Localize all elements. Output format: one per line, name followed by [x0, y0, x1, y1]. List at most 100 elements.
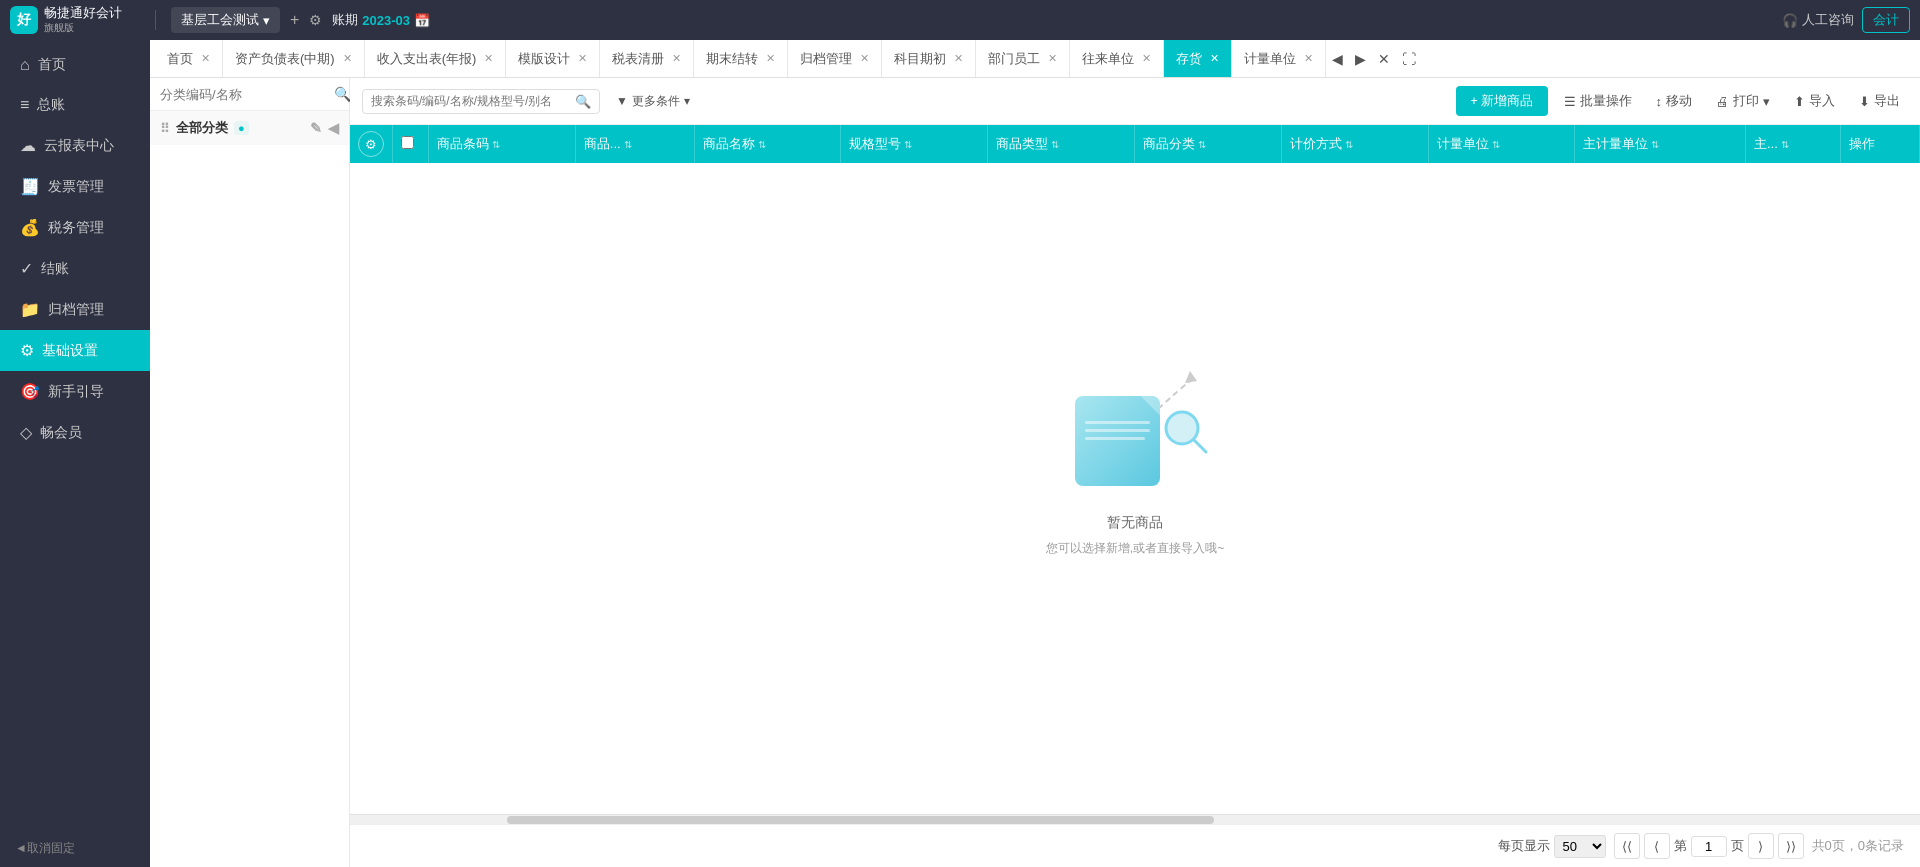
app-name: 畅捷通好会计 [44, 5, 122, 21]
sort-unit-icon[interactable]: ⇅ [1492, 139, 1500, 150]
batch-btn[interactable]: ☰ 批量操作 [1556, 88, 1640, 114]
sort-type-icon[interactable]: ⇅ [1051, 139, 1059, 150]
tab-dept[interactable]: 部门员工 ✕ [976, 40, 1070, 78]
tab-close-balance[interactable]: ✕ [343, 52, 352, 65]
category-search-input[interactable] [160, 87, 328, 102]
sidebar-label-settings: 基础设置 [42, 342, 98, 360]
account-btn[interactable]: 会计 [1862, 7, 1910, 33]
top-bar: 好 畅捷通好会计 旗舰版 基层工会测试 ▾ + ⚙ 账期 2023-03 📅 🎧… [0, 0, 1920, 40]
tab-close-unit[interactable]: ✕ [1304, 52, 1313, 65]
sidebar-item-invoice[interactable]: 🧾 发票管理 [0, 166, 150, 207]
sort-main-unit-icon[interactable]: ⇅ [1651, 139, 1659, 150]
collapse-panel-icon[interactable]: ◀ [328, 120, 339, 136]
page-input[interactable] [1691, 836, 1727, 857]
edit-category-icon[interactable]: ✎ [310, 120, 322, 136]
main-search-input[interactable] [371, 94, 571, 108]
sort-barcode-icon[interactable]: ⇅ [492, 139, 500, 150]
add-tab-btn[interactable]: + [290, 11, 299, 29]
category-search-icon[interactable]: 🔍 [334, 86, 351, 102]
select-all-checkbox[interactable] [401, 136, 414, 149]
first-page-btn[interactable]: ⟨⟨ [1614, 833, 1640, 859]
th-spec[interactable]: 规格型号 ⇅ [841, 125, 988, 163]
sort-more-icon[interactable]: ⇅ [1781, 139, 1789, 150]
sidebar-item-checkout[interactable]: ✓ 结账 [0, 248, 150, 289]
svg-marker-0 [1185, 371, 1197, 383]
last-page-btn[interactable]: ⟩⟩ [1778, 833, 1804, 859]
tab-close-subject[interactable]: ✕ [954, 52, 963, 65]
tab-nav-left[interactable]: ◀ [1326, 40, 1349, 78]
sidebar-item-archive[interactable]: 📁 归档管理 [0, 289, 150, 330]
calendar-icon[interactable]: 📅 [414, 13, 430, 28]
export-btn[interactable]: ⬇ 导出 [1851, 88, 1908, 114]
main-search-icon[interactable]: 🔍 [575, 94, 591, 109]
drag-icon: ⠿ [160, 121, 170, 136]
sidebar-item-settings[interactable]: ⚙ 基础设置 [0, 330, 150, 371]
tab-close-archive[interactable]: ✕ [860, 52, 869, 65]
th-barcode[interactable]: 商品条码 ⇅ [429, 125, 576, 163]
tab-close-counterpart[interactable]: ✕ [1142, 52, 1151, 65]
tab-period-end[interactable]: 期末结转 ✕ [694, 40, 788, 78]
sort-name-icon[interactable]: ⇅ [758, 139, 766, 150]
sort-spec-icon[interactable]: ⇅ [904, 139, 912, 150]
th-name[interactable]: 商品名称 ⇅ [694, 125, 841, 163]
tab-close-all-btn[interactable]: ✕ [1372, 40, 1396, 78]
tab-close-home[interactable]: ✕ [201, 52, 210, 65]
move-btn[interactable]: ↕ 移动 [1648, 88, 1701, 114]
sidebar-item-tax[interactable]: 💰 税务管理 [0, 207, 150, 248]
tab-home[interactable]: 首页 ✕ [155, 40, 223, 78]
tab-inventory[interactable]: 存货 ✕ [1164, 40, 1232, 78]
th-category[interactable]: 商品分类 ⇅ [1135, 125, 1282, 163]
tab-subject[interactable]: 科目期初 ✕ [882, 40, 976, 78]
th-settings[interactable]: ⚙ [350, 125, 393, 163]
h-scrollbar-thumb[interactable] [507, 816, 1214, 824]
tab-close-period-end[interactable]: ✕ [766, 52, 775, 65]
sidebar-item-report[interactable]: ☁ 云报表中心 [0, 125, 150, 166]
settings-icon[interactable]: ⚙ [309, 12, 322, 28]
h-scrollbar-track[interactable] [350, 814, 1920, 824]
print-btn[interactable]: 🖨 打印 ▾ [1708, 88, 1778, 114]
tab-expand-btn[interactable]: ⛶ [1396, 40, 1422, 78]
th-price-mode[interactable]: 计价方式 ⇅ [1281, 125, 1428, 163]
tab-archive[interactable]: 归档管理 ✕ [788, 40, 882, 78]
th-checkbox[interactable] [393, 125, 429, 163]
sidebar-item-guide[interactable]: 🎯 新手引导 [0, 371, 150, 412]
page-size-select: 每页显示 50 100 200 [1498, 835, 1606, 858]
tab-close-income[interactable]: ✕ [484, 52, 493, 65]
tab-close-taxclear[interactable]: ✕ [672, 52, 681, 65]
tab-income[interactable]: 收入支出表(年报) ✕ [365, 40, 507, 78]
all-category-label[interactable]: 全部分类 [176, 119, 228, 137]
column-settings-icon[interactable]: ⚙ [358, 131, 384, 157]
cancel-pin-btn[interactable]: ◄取消固定 [0, 830, 150, 867]
sort-code-icon[interactable]: ⇅ [624, 139, 632, 150]
th-main-unit[interactable]: 主计量单位 ⇅ [1575, 125, 1746, 163]
th-type[interactable]: 商品类型 ⇅ [988, 125, 1135, 163]
tab-unit[interactable]: 计量单位 ✕ [1232, 40, 1326, 78]
more-filter-btn[interactable]: ▼ 更多条件 ▾ [608, 89, 698, 114]
tab-counterpart[interactable]: 往来单位 ✕ [1070, 40, 1164, 78]
th-unit[interactable]: 计量单位 ⇅ [1428, 125, 1575, 163]
th-code[interactable]: 商品... ⇅ [575, 125, 694, 163]
tab-taxclear[interactable]: 税表清册 ✕ [600, 40, 694, 78]
tab-close-dept[interactable]: ✕ [1048, 52, 1057, 65]
next-page-btn[interactable]: ⟩ [1748, 833, 1774, 859]
tab-close-inventory[interactable]: ✕ [1210, 52, 1219, 65]
sort-category-icon[interactable]: ⇅ [1198, 139, 1206, 150]
th-more[interactable]: 主... ⇅ [1745, 125, 1840, 163]
sort-price-icon[interactable]: ⇅ [1345, 139, 1353, 150]
tab-close-template[interactable]: ✕ [578, 52, 587, 65]
app-version: 旗舰版 [44, 21, 122, 35]
table-scroll-area[interactable]: ⚙ 商品条码 ⇅ [350, 125, 1920, 814]
prev-page-btn[interactable]: ⟨ [1644, 833, 1670, 859]
sidebar-item-member[interactable]: ◇ 畅会员 [0, 412, 150, 453]
page-size-dropdown[interactable]: 50 100 200 [1554, 835, 1606, 858]
tab-balance[interactable]: 资产负债表(中期) ✕ [223, 40, 365, 78]
tab-nav-right[interactable]: ▶ [1349, 40, 1372, 78]
import-btn[interactable]: ⬆ 导入 [1786, 88, 1843, 114]
company-tab[interactable]: 基层工会测试 ▾ [171, 7, 280, 33]
sidebar-item-home[interactable]: ⌂ 首页 [0, 45, 150, 85]
add-product-btn[interactable]: + 新增商品 [1456, 86, 1547, 116]
consulting-btn[interactable]: 🎧 人工咨询 [1782, 11, 1854, 29]
sidebar-item-ledger[interactable]: ≡ 总账 [0, 85, 150, 125]
tab-template[interactable]: 模版设计 ✕ [506, 40, 600, 78]
dropdown-icon[interactable]: ▾ [263, 13, 270, 28]
